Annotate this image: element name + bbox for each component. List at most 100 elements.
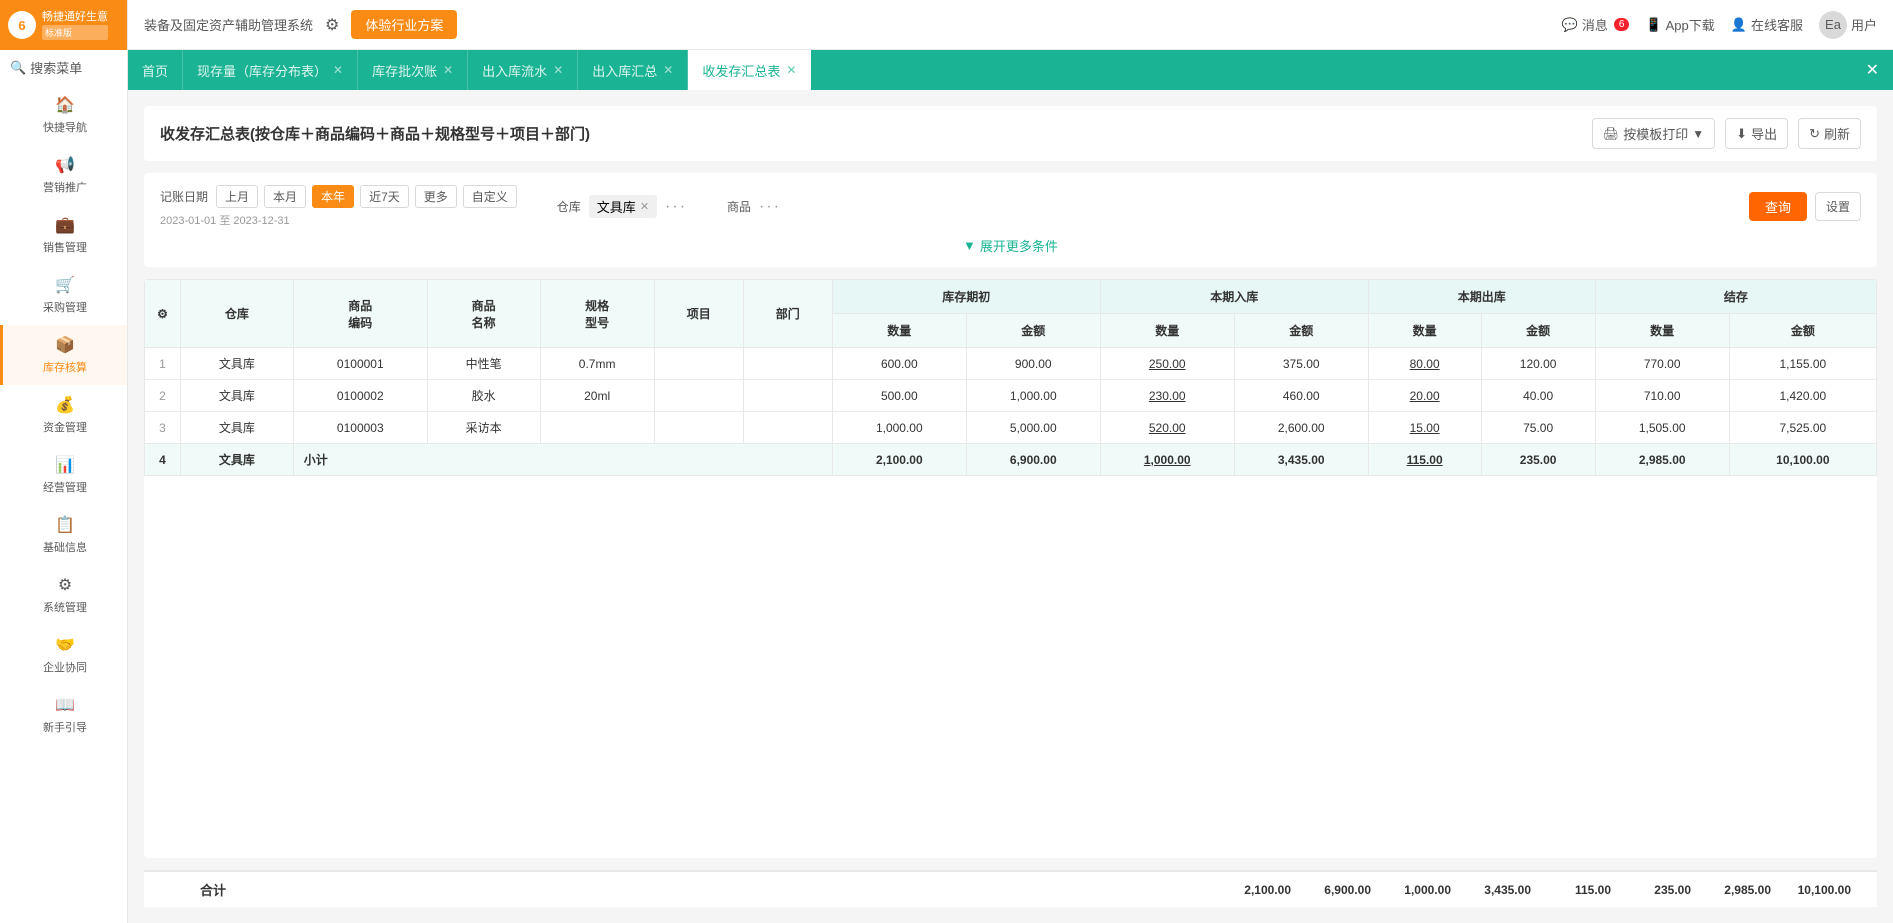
tab-home[interactable]: 首页 [128,50,183,90]
col-group-outbound: 本期出库 [1368,280,1595,314]
row-inbound-qty[interactable]: 250.00 [1100,348,1234,380]
date-btn-7days[interactable]: 近7天 [360,185,409,208]
total-label: 合计 [160,880,246,899]
subtotal-outbound-qty[interactable]: 115.00 [1368,444,1481,476]
app-download-btn[interactable]: 📱 App下载 [1645,15,1714,34]
sidebar-item-base-info[interactable]: 📋 基础信息 [0,505,127,565]
tab-bar-close-btn[interactable]: ✕ [1852,60,1893,80]
col-goods-code: 商品编码 [293,280,427,348]
page-title-bar: 收发存汇总表(按仓库＋商品编码＋商品＋规格型号＋项目＋部门) 🖨 按模板打印 ▼… [144,106,1877,161]
goods-filter: 商品 ··· [727,198,781,216]
subtotal-closing-qty: 2,985.00 [1595,444,1729,476]
subtotal-warehouse: 文具库 [181,444,294,476]
guide-icon: 📖 [55,695,75,715]
sidebar-item-finance[interactable]: 💰 资金管理 [0,385,127,445]
col-settings[interactable]: ⚙ [145,280,181,348]
sidebar-item-inventory[interactable]: 📦 库存核算 [0,325,127,385]
sidebar-item-quick-nav[interactable]: 🏠 快捷导航 [0,85,127,145]
export-btn[interactable]: ⬇ 导出 [1725,118,1788,149]
tab-close-receive-send[interactable]: ✕ [786,63,796,77]
row-inbound-qty[interactable]: 230.00 [1100,380,1234,412]
date-btn-more[interactable]: 更多 [415,185,457,208]
date-btn-this-year[interactable]: 本年 [312,185,354,208]
sidebar-item-collab[interactable]: 🤝 企业协同 [0,625,127,685]
row-goods-code: 0100002 [293,380,427,412]
warehouse-filter: 仓库 文具库 ✕ ··· [557,195,687,218]
row-inbound-amt: 375.00 [1234,348,1368,380]
warehouse-more-btn[interactable]: ··· [665,198,687,216]
col-dept: 部门 [743,280,832,348]
online-service-btn[interactable]: 👤 在线客服 [1731,15,1803,34]
experience-btn[interactable]: 体验行业方案 [351,10,457,39]
row-closing-amt: 7,525.00 [1729,412,1876,444]
query-btn[interactable]: 查询 [1749,192,1807,221]
subtotal-inbound-qty[interactable]: 1,000.00 [1100,444,1234,476]
row-project [654,412,743,444]
sidebar-item-operations[interactable]: 📊 经营管理 [0,445,127,505]
row-inbound-amt: 460.00 [1234,380,1368,412]
col-inbound-amt: 金额 [1234,314,1368,348]
tab-close-stock-dist[interactable]: ✕ [333,63,343,77]
col-project: 项目 [654,280,743,348]
warehouse-label: 仓库 [557,198,581,215]
logo-title: 畅捷通好生意 [42,10,108,24]
tab-summary[interactable]: 出入库汇总 ✕ [578,50,688,90]
warehouse-tag-close[interactable]: ✕ [640,200,649,213]
date-btn-custom[interactable]: 自定义 [463,185,517,208]
total-values: 2,100.00 6,900.00 1,000.00 3,435.00 115.… [246,883,1861,897]
row-outbound-qty[interactable]: 80.00 [1368,348,1481,380]
sidebar-item-search[interactable]: 🔍 搜索菜单 [0,50,127,85]
page-title-actions: 🖨 按模板打印 ▼ ⬇ 导出 ↻ 刷新 [1592,118,1861,149]
tab-flow[interactable]: 出入库流水 ✕ [468,50,578,90]
row-outbound-qty[interactable]: 20.00 [1368,380,1481,412]
date-btn-this-month[interactable]: 本月 [264,185,306,208]
sidebar-item-purchase[interactable]: 🛒 采购管理 [0,265,127,325]
expand-row: ▼ 展开更多条件 [160,236,1861,255]
refresh-btn[interactable]: ↻ 刷新 [1798,118,1861,149]
row-closing-qty: 770.00 [1595,348,1729,380]
col-outbound-amt: 金额 [1481,314,1595,348]
subtotal-inbound-amt: 3,435.00 [1234,444,1368,476]
tab-close-summary[interactable]: ✕ [663,63,673,77]
tab-close-flow[interactable]: ✕ [553,63,563,77]
sidebar-item-marketing[interactable]: 📢 营销推广 [0,145,127,205]
bottom-total-bar: 合计 2,100.00 6,900.00 1,000.00 3,435.00 1… [144,870,1877,907]
total-closing-qty: 2,985.00 [1701,883,1781,897]
col-group-opening: 库存期初 [832,280,1100,314]
settings-icon[interactable]: ⚙ [325,15,339,35]
date-range: 2023-01-01 至 2023-12-31 [160,212,517,228]
col-group-inbound: 本期入库 [1100,280,1368,314]
tab-close-batch[interactable]: ✕ [443,63,453,77]
total-inbound-amt: 3,435.00 [1461,883,1541,897]
tab-stock-dist[interactable]: 现存量（库存分布表） ✕ [183,50,358,90]
expand-icon: ▼ [963,238,976,253]
row-no: 3 [145,412,181,444]
row-inbound-qty[interactable]: 520.00 [1100,412,1234,444]
operations-icon: 📊 [55,455,75,475]
purchase-icon: 🛒 [55,275,75,295]
expand-more-btn[interactable]: ▼ 展开更多条件 [963,236,1058,255]
message-btn[interactable]: 💬 消息 6 [1562,15,1630,34]
goods-more-btn[interactable]: ··· [759,198,781,216]
sidebar-item-sales[interactable]: 💼 销售管理 [0,205,127,265]
print-template-btn[interactable]: 🖨 按模板打印 ▼ [1592,118,1715,149]
logo-icon: 6 [8,11,36,39]
total-opening-qty: 2,100.00 [1221,883,1301,897]
goods-label: 商品 [727,198,751,215]
user-info[interactable]: Ea 用户 [1819,11,1877,39]
date-btn-last-month[interactable]: 上月 [216,185,258,208]
content-area: 收发存汇总表(按仓库＋商品编码＋商品＋规格型号＋项目＋部门) 🖨 按模板打印 ▼… [128,90,1893,923]
row-inbound-amt: 2,600.00 [1234,412,1368,444]
subtotal-opening-qty: 2,100.00 [832,444,966,476]
sidebar-item-guide[interactable]: 📖 新手引导 [0,685,127,745]
row-dept [743,348,832,380]
row-outbound-qty[interactable]: 15.00 [1368,412,1481,444]
filter-settings-btn[interactable]: 设置 [1815,192,1861,221]
row-closing-qty: 1,505.00 [1595,412,1729,444]
tab-batch[interactable]: 库存批次账 ✕ [358,50,468,90]
home-icon: 🏠 [55,95,75,115]
sidebar-item-system[interactable]: ⚙ 系统管理 [0,565,127,625]
tab-receive-send[interactable]: 收发存汇总表 ✕ [688,50,811,90]
search-icon: 🔍 [10,60,26,76]
inventory-icon: 📦 [55,335,75,355]
